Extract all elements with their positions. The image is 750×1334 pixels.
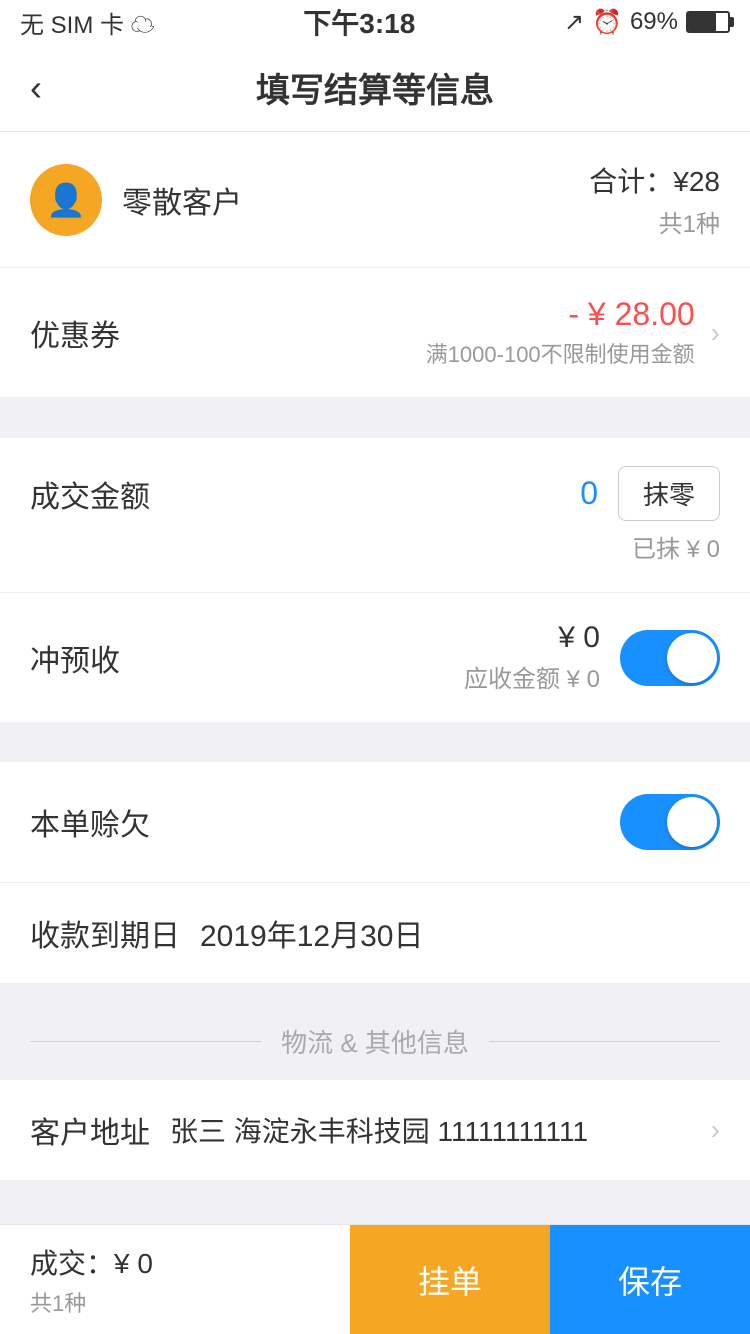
save-label: 保存 <box>618 1257 682 1303</box>
bottom-bar: 成交：¥ 0 共1种 挂单 保存 <box>0 1224 750 1334</box>
battery-icon <box>686 11 730 33</box>
divider-2 <box>0 742 750 762</box>
debt-toggle[interactable] <box>620 794 720 850</box>
prepay-amount: ¥ 0 <box>464 621 600 655</box>
status-bar: 无 SIM 卡 ☁ 下午3:18 ↗ ⏰ 69% <box>0 0 750 44</box>
alarm-icon: ⏰ <box>592 8 622 37</box>
debt-toggle-knob <box>667 797 717 847</box>
transaction-value: 0 <box>558 475 598 512</box>
status-left: 无 SIM 卡 ☁ <box>20 5 155 40</box>
prepay-sub: 应收金额 ¥ 0 <box>464 659 600 694</box>
customer-total: 合计：¥28 <box>589 160 720 200</box>
pending-label: 挂单 <box>418 1257 482 1303</box>
due-label: 收款到期日 <box>30 911 180 955</box>
pending-button[interactable]: 挂单 <box>350 1225 550 1334</box>
content: 👤 零散客户 合计：¥28 共1种 优惠券 - ¥ 28.00 满1000-10… <box>0 132 750 1320</box>
customer-name: 零散客户 <box>122 178 242 222</box>
toggle-knob <box>667 633 717 683</box>
logistics-divider: 物流 & 其他信息 <box>0 1003 750 1080</box>
sim-status: 无 SIM 卡 ☁ <box>20 5 155 40</box>
address-row[interactable]: 客户地址 张三 海淀永丰科技园 11111111111 › <box>0 1080 750 1180</box>
prepay-right: ¥ 0 应收金额 ¥ 0 <box>464 621 720 694</box>
customer-count: 共1种 <box>589 204 720 239</box>
coupon-row[interactable]: 优惠券 - ¥ 28.00 满1000-100不限制使用金额 › <box>0 267 750 397</box>
logistics-line-left <box>30 1041 261 1042</box>
address-chevron-icon: › <box>711 1114 720 1146</box>
coupon-right: - ¥ 28.00 满1000-100不限制使用金额 › <box>426 296 720 369</box>
customer-row: 👤 零散客户 合计：¥28 共1种 <box>0 132 750 267</box>
transaction-label: 成交金额 <box>30 472 150 516</box>
coupon-amount: - ¥ 28.00 <box>426 296 695 333</box>
round-button[interactable]: 抹零 <box>618 466 720 521</box>
save-button[interactable]: 保存 <box>550 1225 750 1334</box>
battery-percent: 69% <box>630 8 678 36</box>
customer-section: 👤 零散客户 合计：¥28 共1种 优惠券 - ¥ 28.00 满1000-10… <box>0 132 750 397</box>
logistics-line-right <box>489 1041 720 1042</box>
divider-1 <box>0 417 750 437</box>
avatar-icon: 👤 <box>46 181 86 219</box>
customer-left: 👤 零散客户 <box>30 164 242 236</box>
prepay-label: 冲预收 <box>30 636 120 680</box>
prepay-toggle[interactable] <box>620 630 720 686</box>
debt-label: 本单赊欠 <box>30 800 150 844</box>
deal-amount: ¥ 0 <box>114 1248 153 1279</box>
debt-row: 本单赊欠 <box>0 762 750 882</box>
prepay-row: 冲预收 ¥ 0 应收金额 ¥ 0 <box>0 592 750 722</box>
bottom-count: 共1种 <box>30 1286 320 1318</box>
transaction-row: 成交金额 0 抹零 已抹 ¥ 0 <box>0 437 750 592</box>
address-value: 张三 海淀永丰科技园 11111111111 <box>170 1110 711 1150</box>
page-title: 填写结算等信息 <box>256 63 494 112</box>
transaction-top: 成交金额 0 抹零 <box>30 466 720 521</box>
logistics-label: 物流 & 其他信息 <box>281 1023 469 1060</box>
prepay-amount-area: ¥ 0 应收金额 ¥ 0 <box>464 621 600 694</box>
bottom-info: 成交：¥ 0 共1种 <box>0 1242 350 1318</box>
back-button[interactable]: ‹ <box>30 67 42 109</box>
debt-section: 本单赊欠 收款到期日 2019年12月30日 <box>0 762 750 983</box>
bottom-deal-amount: 成交：¥ 0 <box>30 1242 320 1282</box>
chevron-right-icon: › <box>711 317 720 349</box>
nav-bar: ‹ 填写结算等信息 <box>0 44 750 132</box>
customer-avatar: 👤 <box>30 164 102 236</box>
transaction-section: 成交金额 0 抹零 已抹 ¥ 0 冲预收 ¥ 0 应收金额 ¥ 0 <box>0 437 750 722</box>
deal-label: 成交： <box>30 1248 114 1279</box>
customer-right: 合计：¥28 共1种 <box>589 160 720 239</box>
coupon-desc: 满1000-100不限制使用金额 <box>426 337 695 369</box>
coupon-label: 优惠券 <box>30 311 120 355</box>
address-section: 客户地址 张三 海淀永丰科技园 11111111111 › <box>0 1080 750 1180</box>
status-right: ↗ ⏰ 69% <box>564 8 730 37</box>
coupon-value-area: - ¥ 28.00 满1000-100不限制使用金额 <box>426 296 695 369</box>
due-date-row: 收款到期日 2019年12月30日 <box>0 882 750 983</box>
status-time: 下午3:18 <box>303 2 415 42</box>
address-label: 客户地址 <box>30 1108 150 1152</box>
due-date-value: 2019年12月30日 <box>200 911 423 955</box>
transaction-sub: 已抹 ¥ 0 <box>30 529 720 564</box>
transaction-right-group: 0 抹零 <box>558 466 720 521</box>
location-icon: ↗ <box>564 8 584 37</box>
